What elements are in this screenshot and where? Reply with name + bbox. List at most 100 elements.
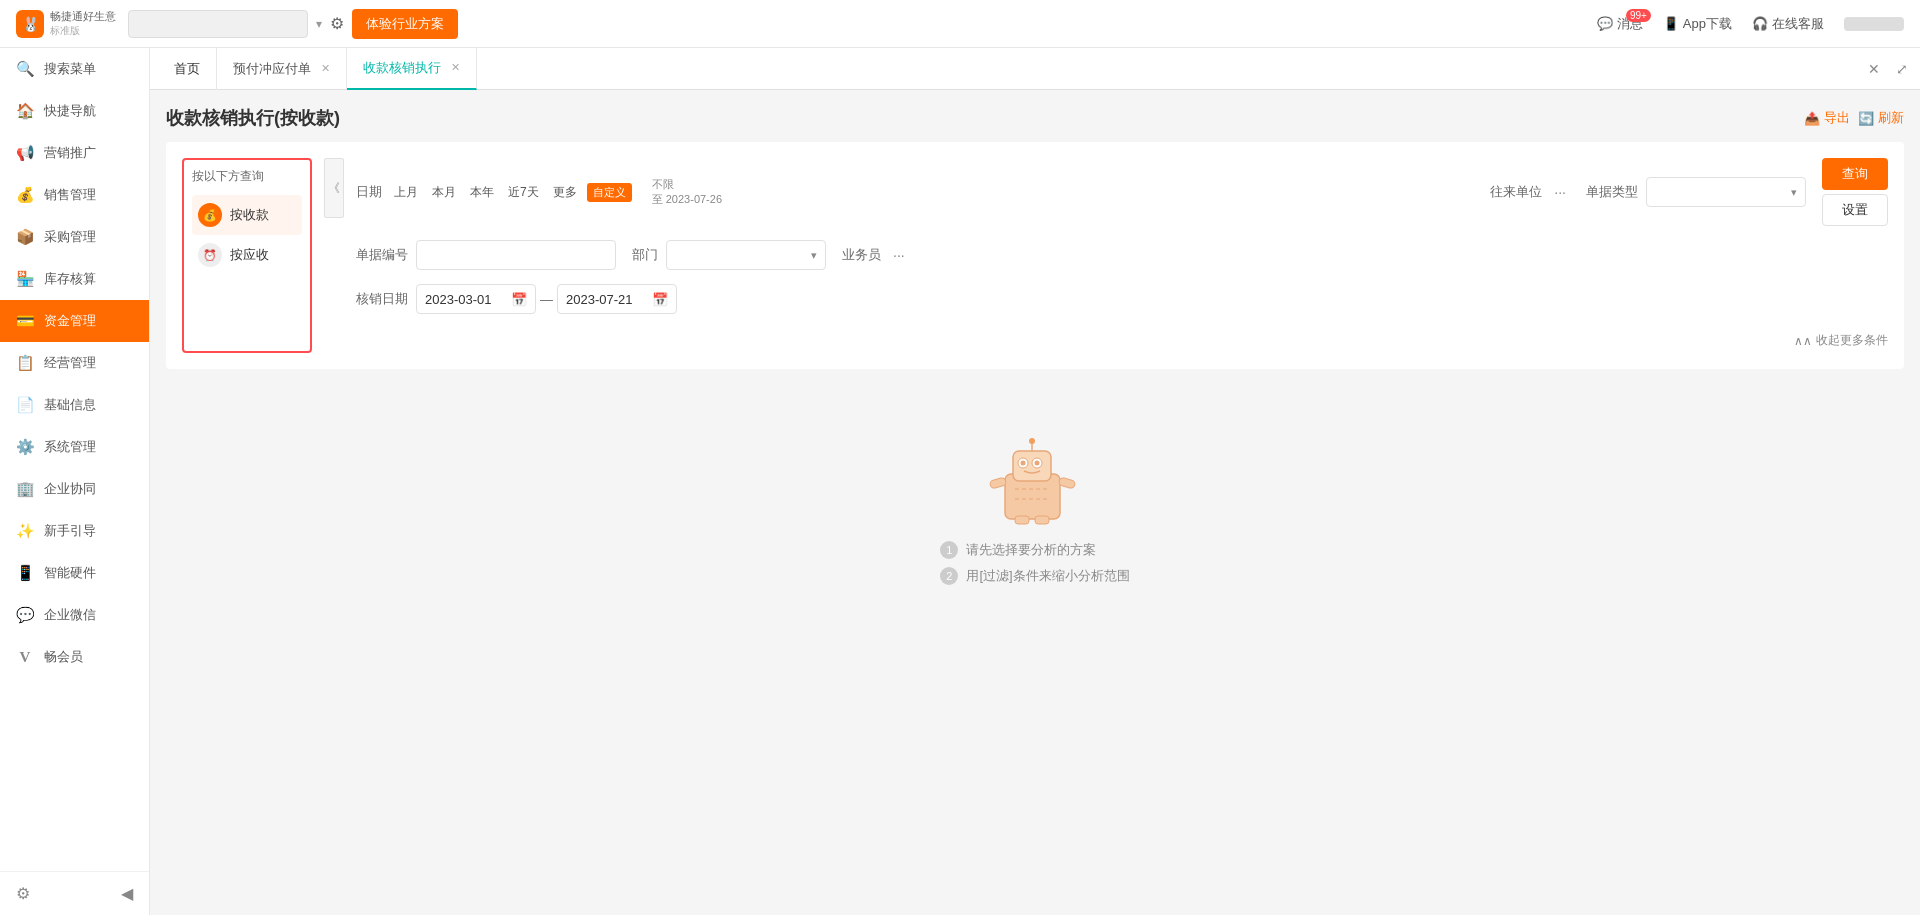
period-btn-this-month[interactable]: 本月 [428,182,460,203]
staff-label: 业务员 [842,246,881,264]
more-conditions-btn[interactable]: ∧∧ 收起更多条件 [356,328,1888,353]
tab-close-window-icon[interactable]: ✕ [1864,57,1884,81]
sidebar-item-label: 销售管理 [44,186,96,204]
tab-bar: 首页 预付冲应付单 ✕ 收款核销执行 ✕ ✕ ⤢ [150,48,1920,90]
sales-icon: 💰 [16,186,34,204]
sidebar-item-operation[interactable]: 📋 经营管理 [0,342,149,384]
sidebar-item-system[interactable]: ⚙️ 系统管理 [0,426,149,468]
search-query-btn[interactable]: 查询 [1822,158,1888,190]
message-icon: 💬 [1597,16,1613,31]
app-download-btn[interactable]: 📱 App下载 [1663,15,1732,33]
receivable-option-icon: ⏰ [198,243,222,267]
staff-group: 业务员 ··· [842,246,909,264]
partner-label: 往来单位 [1490,183,1542,201]
refresh-btn[interactable]: 🔄 刷新 [1858,109,1904,127]
sidebar-item-wechat[interactable]: 💬 企业微信 [0,594,149,636]
no-limit-text: 不限 至 2023-07-26 [652,177,722,207]
sidebar-item-label: 采购管理 [44,228,96,246]
message-btn[interactable]: 💬 消息 99+ [1597,15,1643,33]
collapse-filter-btn[interactable]: 《 [324,158,344,218]
home-icon: 🏠 [16,102,34,120]
period-btn-7days[interactable]: 近7天 [504,182,543,203]
brand-edition: 标准版 [50,24,116,38]
bill-no-group: 单据编号 [356,240,616,270]
sidebar-item-smart-hw[interactable]: 📱 智能硬件 [0,552,149,594]
user-avatar[interactable] [1844,17,1904,31]
custom-date-tag[interactable]: 自定义 [587,183,632,202]
collapse-sidebar-icon[interactable]: ◀ [121,884,133,903]
more-conditions-label: 收起更多条件 [1816,332,1888,349]
bill-no-input[interactable] [416,240,616,270]
sidebar-item-marketing[interactable]: 📢 营销推广 [0,132,149,174]
sidebar-item-quick-nav[interactable]: 🏠 快捷导航 [0,90,149,132]
sidebar-item-finance[interactable]: 💳 资金管理 [0,300,149,342]
sidebar-item-member[interactable]: V 畅会员 [0,636,149,678]
setting-btn[interactable]: 设置 [1822,194,1888,226]
sidebar-item-label: 智能硬件 [44,564,96,582]
bill-type-select[interactable]: ▾ [1646,177,1806,207]
hint-1-num: 1 [940,541,958,559]
online-service-btn[interactable]: 🎧 在线客服 [1752,15,1824,33]
sidebar: 🔍 搜索菜单 🏠 快捷导航 📢 营销推广 💰 销售管理 📦 采购管理 🏪 库存核… [0,48,150,915]
sidebar-item-basic-info[interactable]: 📄 基础信息 [0,384,149,426]
search-row-1: 日期 上月 本月 本年 近7天 更多 自定义 不限 [356,158,1888,226]
verify-date-end-input[interactable]: 2023-07-21 📅 [557,284,677,314]
export-label: 导出 [1824,109,1850,127]
date-range-separator: — [540,292,553,307]
period-btn-more[interactable]: 更多 [549,182,581,203]
filter-panel: 按以下方查询 💰 按收款 ⏰ 按应收 《 [166,142,1904,369]
content-area: 首页 预付冲应付单 ✕ 收款核销执行 ✕ ✕ ⤢ 收款核销执行(按收款) [150,48,1920,915]
app-download-label: App下载 [1683,15,1732,33]
date-to-text: 至 2023-07-26 [652,192,722,207]
period-btn-last-month[interactable]: 上月 [390,182,422,203]
guide-icon: ✨ [16,522,34,540]
svg-point-5 [1035,461,1040,466]
inventory-icon: 🏪 [16,270,34,288]
sidebar-item-label: 企业协同 [44,480,96,498]
period-btn-this-year[interactable]: 本年 [466,182,498,203]
sidebar-item-purchase[interactable]: 📦 采购管理 [0,216,149,258]
filter-sidebar-title: 按以下方查询 [192,168,302,185]
tab-receivable-close-icon[interactable]: ✕ [451,61,460,74]
partner-ellipsis[interactable]: ··· [1550,184,1570,200]
bill-type-arrow-icon: ▾ [1791,186,1797,199]
dropdown-arrow-icon[interactable]: ▾ [316,17,322,31]
search-form: 日期 上月 本月 本年 近7天 更多 自定义 不限 [356,158,1888,353]
calendar-end-icon: 📅 [652,292,668,307]
export-btn[interactable]: 📤 导出 [1804,109,1850,127]
tab-home[interactable]: 首页 [158,48,217,90]
sidebar-item-guide[interactable]: ✨ 新手引导 [0,510,149,552]
filter-option-receivable-label: 按应收 [230,246,269,264]
sidebar-item-enterprise[interactable]: 🏢 企业协同 [0,468,149,510]
staff-ellipsis[interactable]: ··· [889,247,909,263]
filter-option-by-receipt[interactable]: 💰 按收款 [192,195,302,235]
settings-gear-icon[interactable]: ⚙ [330,14,344,33]
tab-prepay[interactable]: 预付冲应付单 ✕ [217,48,347,90]
sidebar-item-label: 搜索菜单 [44,60,96,78]
verify-date-start-input[interactable]: 2023-03-01 📅 [416,284,536,314]
sidebar-item-search-menu[interactable]: 🔍 搜索菜单 [0,48,149,90]
receipt-option-icon: 💰 [198,203,222,227]
top-bar: 🐰 畅捷通好生意 标准版 ▾ ⚙ 体验行业方案 💬 消息 99+ 📱 App下载… [0,0,1920,48]
top-search-input[interactable] [128,10,308,38]
filter-option-by-receivable[interactable]: ⏰ 按应收 [192,235,302,275]
finance-icon: 💳 [16,312,34,330]
basic-info-icon: 📄 [16,396,34,414]
sidebar-item-sales[interactable]: 💰 销售管理 [0,174,149,216]
system-icon: ⚙️ [16,438,34,456]
dept-select[interactable]: ▾ [666,240,826,270]
tab-prepay-close-icon[interactable]: ✕ [321,62,330,75]
tab-receivable[interactable]: 收款核销执行 ✕ [347,48,477,90]
sidebar-item-inventory[interactable]: 🏪 库存核算 [0,258,149,300]
empty-state: 1 请先选择要分析的方案 2 用[过滤]条件来缩小分析范围 [166,369,1904,645]
no-limit-label: 不限 [652,177,722,192]
solution-btn[interactable]: 体验行业方案 [352,9,458,39]
action-btns: 查询 设置 [1822,158,1888,226]
partner-group: 往来单位 ··· [1490,183,1570,201]
empty-hints: 1 请先选择要分析的方案 2 用[过滤]条件来缩小分析范围 [940,541,1129,585]
top-right-actions: 💬 消息 99+ 📱 App下载 🎧 在线客服 [1597,15,1904,33]
search-row-3: 核销日期 2023-03-01 📅 — 2023-07-21 📅 [356,284,1888,314]
tab-fullscreen-icon[interactable]: ⤢ [1892,57,1912,81]
sidebar-item-label: 新手引导 [44,522,96,540]
settings-bottom-icon[interactable]: ⚙ [16,884,30,903]
